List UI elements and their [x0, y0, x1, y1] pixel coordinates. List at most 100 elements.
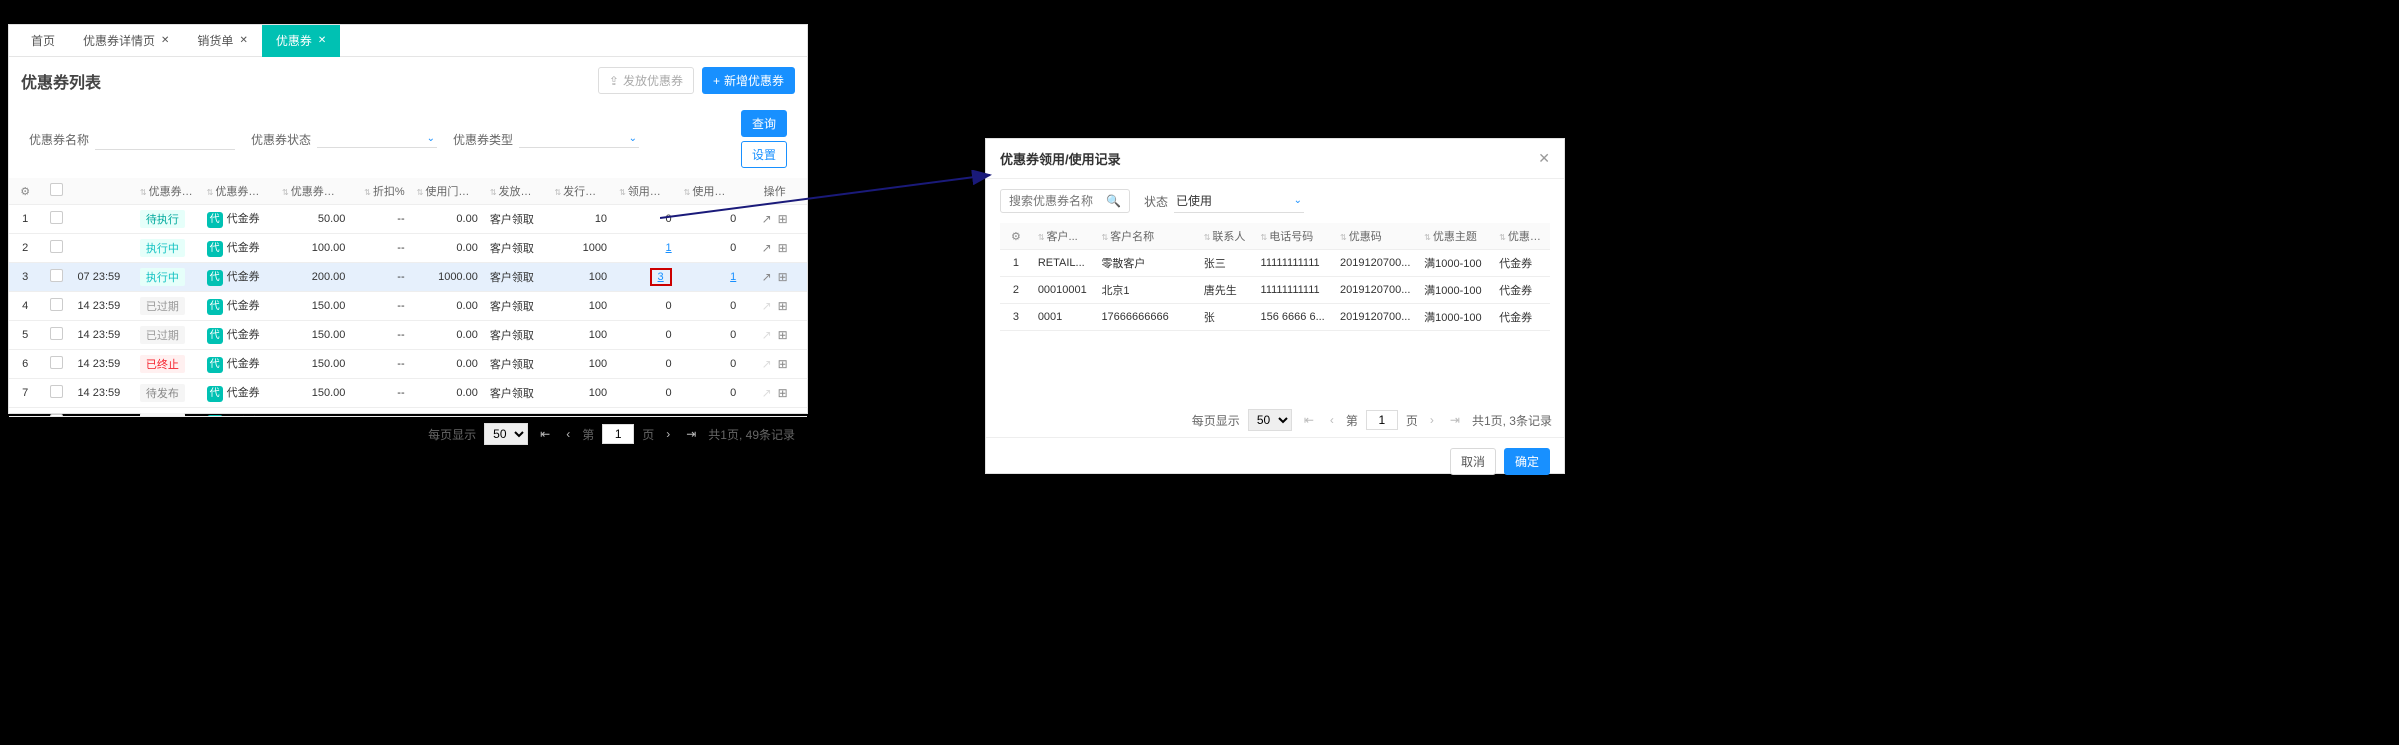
table-row[interactable]: 3000117666666666张156 6666 6...2019120700… — [1000, 304, 1550, 331]
share-icon: ↗ — [762, 299, 772, 313]
col-threshold[interactable]: ⇅使用门槛... — [411, 178, 484, 205]
title-bar: 优惠券列表 ⇪ 发放优惠券 + 新增优惠券 — [9, 57, 807, 104]
share-icon[interactable]: ↗ — [762, 241, 772, 255]
table-row[interactable]: 514 23:59已过期代代金券150.00--0.00客户领取10000↗⊞ — [9, 321, 807, 350]
col-type[interactable]: ⇅优惠券类型 — [201, 178, 276, 205]
close-icon[interactable]: ✕ — [1538, 150, 1550, 167]
status-badge: 待发布 — [140, 413, 185, 416]
chevron-down-icon: ⌄ — [1294, 195, 1302, 206]
col-discount[interactable]: ⇅折扣% — [351, 178, 410, 205]
row-checkbox[interactable] — [50, 269, 63, 282]
table-row[interactable]: 2执行中代代金券100.00--0.00客户领取100010↗⊞ — [9, 234, 807, 263]
filter-type-label: 优惠券类型 — [453, 131, 513, 148]
table-row[interactable]: 814 23:59待发布代代金券150.00--0.00客户领取10000↗⊞ — [9, 408, 807, 417]
per-page-select[interactable]: 50 — [1248, 409, 1292, 431]
page-input[interactable] — [602, 424, 634, 444]
next-page-button[interactable]: › — [1426, 413, 1438, 427]
tab-优惠券[interactable]: 优惠券✕ — [262, 25, 340, 57]
status-badge: 执行中 — [140, 268, 185, 286]
row-checkbox[interactable] — [50, 211, 63, 224]
per-page-select[interactable]: 50 — [484, 423, 528, 445]
page-input[interactable] — [1366, 410, 1398, 430]
col-gear[interactable]: ⚙ — [9, 178, 41, 205]
col-issue-qty[interactable]: ⇅发行数量 — [548, 178, 613, 205]
col-method[interactable]: ⇅发放方式 — [484, 178, 549, 205]
table-row[interactable]: 307 23:59执行中代代金券200.00--1000.00客户领取10031… — [9, 263, 807, 292]
coupon-table-wrap[interactable]: ⚙ ⇅优惠券状态 ⇅优惠券类型 ⇅优惠券面值 ⇅折扣% ⇅使用门槛... ⇅发放… — [9, 178, 807, 416]
col-claim-qty[interactable]: ⇅领用数量 — [613, 178, 678, 205]
qr-icon[interactable]: ⊞ — [778, 357, 788, 371]
next-page-button[interactable]: › — [662, 427, 674, 441]
chevron-down-icon: ⌄ — [427, 133, 435, 144]
type-badge-icon: 代 — [207, 415, 223, 416]
col-cust-code[interactable]: ⇅客户... — [1032, 223, 1096, 250]
claim-link[interactable]: 1 — [666, 242, 672, 254]
table-row[interactable]: 614 23:59已终止代代金券150.00--0.00客户领取10000↗⊞ — [9, 350, 807, 379]
share-icon: ↗ — [762, 386, 772, 400]
close-icon[interactable]: ✕ — [161, 25, 169, 57]
tab-优惠券详情页[interactable]: 优惠券详情页✕ — [69, 25, 183, 57]
issue-coupon-button[interactable]: ⇪ 发放优惠券 — [598, 67, 694, 94]
col-type[interactable]: ⇅优惠券类 — [1493, 223, 1550, 250]
table-row[interactable]: 714 23:59待发布代代金券150.00--0.00客户领取10000↗⊞ — [9, 379, 807, 408]
prev-page-button[interactable]: ‹ — [562, 427, 574, 441]
tab-首页[interactable]: 首页 — [17, 25, 69, 57]
qr-icon[interactable]: ⊞ — [778, 328, 788, 342]
col-cust-name[interactable]: ⇅客户名称 — [1095, 223, 1197, 250]
row-checkbox[interactable] — [50, 356, 63, 369]
table-row[interactable]: 200010001北京1唐先生111111111112019120700...满… — [1000, 277, 1550, 304]
col-use-qty[interactable]: ⇅使用数量 — [678, 178, 743, 205]
last-page-button[interactable]: ⇥ — [682, 427, 700, 441]
prev-page-button[interactable]: ‹ — [1326, 413, 1338, 427]
row-checkbox[interactable] — [50, 298, 63, 311]
modal-search[interactable]: 🔍 — [1000, 189, 1130, 213]
col-contact[interactable]: ⇅联系人 — [1198, 223, 1255, 250]
modal-search-input[interactable] — [1009, 194, 1099, 208]
col-checkbox[interactable] — [41, 178, 71, 205]
pagination: 每页显示 50 ⇤ ‹ 第 页 › ⇥ 共1页, 49条记录 — [9, 416, 807, 451]
close-icon[interactable]: ✕ — [318, 25, 326, 57]
qr-icon[interactable]: ⊞ — [778, 299, 788, 313]
qr-icon[interactable]: ⊞ — [778, 212, 788, 226]
chevron-down-icon: ⌄ — [629, 133, 637, 144]
qr-icon[interactable]: ⊞ — [778, 386, 788, 400]
qr-icon[interactable]: ⊞ — [778, 415, 788, 416]
table-row[interactable]: 414 23:59已过期代代金券150.00--0.00客户领取10000↗⊞ — [9, 292, 807, 321]
first-page-button[interactable]: ⇤ — [1300, 413, 1318, 427]
qr-icon[interactable]: ⊞ — [778, 241, 788, 255]
row-checkbox[interactable] — [50, 327, 63, 340]
settings-button[interactable]: 设置 — [741, 141, 787, 168]
first-page-button[interactable]: ⇤ — [536, 427, 554, 441]
col-subject[interactable]: ⇅优惠主题 — [1418, 223, 1493, 250]
table-row[interactable]: 1待执行代代金券50.00--0.00客户领取1000↗⊞ — [9, 205, 807, 234]
search-icon: 🔍 — [1106, 194, 1121, 208]
table-row[interactable]: 1RETAIL...零散客户张三111111111112019120700...… — [1000, 250, 1550, 277]
share-icon[interactable]: ↗ — [762, 212, 772, 226]
share-icon[interactable]: ↗ — [762, 270, 772, 284]
col-face[interactable]: ⇅优惠券面值 — [276, 178, 351, 205]
qr-icon[interactable]: ⊞ — [778, 270, 788, 284]
row-checkbox[interactable] — [50, 240, 63, 253]
coupon-status-select[interactable]: ⌄ — [317, 130, 437, 148]
col-gear[interactable]: ⚙ — [1000, 223, 1032, 250]
add-coupon-button[interactable]: + 新增优惠券 — [702, 67, 795, 94]
coupon-name-input[interactable] — [95, 129, 235, 150]
col-status[interactable]: ⇅优惠券状态 — [134, 178, 201, 205]
row-checkbox[interactable] — [50, 385, 63, 398]
query-button[interactable]: 查询 — [741, 110, 787, 137]
close-icon[interactable]: ✕ — [239, 25, 247, 57]
tab-销货单[interactable]: 销货单✕ — [183, 25, 261, 57]
coupon-type-select[interactable]: ⌄ — [519, 130, 639, 148]
claim-link[interactable]: 3 — [658, 271, 664, 283]
last-page-button[interactable]: ⇥ — [1446, 413, 1464, 427]
confirm-button[interactable]: 确定 — [1504, 448, 1550, 475]
col-phone[interactable]: ⇅电话号码 — [1255, 223, 1335, 250]
modal-status-select[interactable]: 已使用 ⌄ — [1174, 189, 1304, 213]
col-time[interactable] — [71, 178, 133, 205]
row-checkbox[interactable] — [50, 414, 63, 416]
status-badge: 待执行 — [140, 210, 185, 228]
filter-name-label: 优惠券名称 — [29, 131, 89, 148]
cancel-button[interactable]: 取消 — [1450, 448, 1496, 475]
col-coupon-code[interactable]: ⇅优惠码 — [1334, 223, 1418, 250]
use-link[interactable]: 1 — [730, 271, 736, 283]
